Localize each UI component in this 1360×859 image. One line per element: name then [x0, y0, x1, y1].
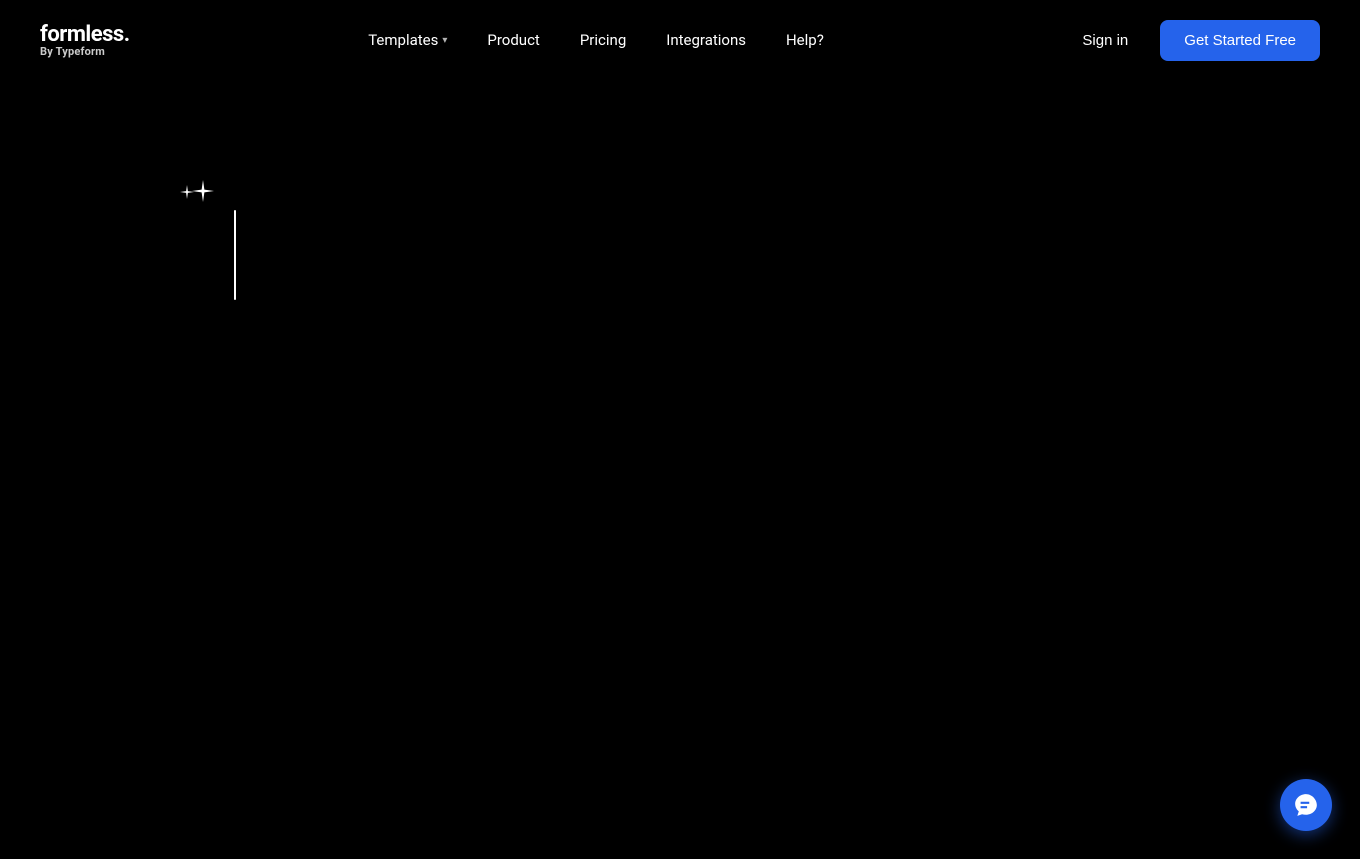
sparkle-large-icon: [192, 180, 214, 202]
chat-support-button[interactable]: [1280, 779, 1332, 831]
sparkle-decoration: [180, 180, 224, 224]
text-cursor: [234, 210, 236, 300]
nav-item-pricing[interactable]: Pricing: [564, 23, 642, 57]
nav-item-templates[interactable]: Templates ▾: [352, 23, 463, 57]
nav-center: Templates ▾ Product Pricing Integrations…: [352, 23, 840, 57]
chevron-down-icon: ▾: [442, 35, 447, 46]
nav-right: Sign in Get Started Free: [1062, 20, 1320, 61]
sparkle-small-icon: [180, 185, 194, 199]
sparkle-cursor-wrap: [180, 180, 236, 300]
logo-main-text: formless.: [40, 24, 130, 46]
logo-by: By: [40, 45, 56, 58]
nav-item-integrations[interactable]: Integrations: [650, 23, 762, 57]
nav-help-label: Help?: [786, 31, 824, 49]
cursor-bar: [234, 210, 236, 300]
get-started-button[interactable]: Get Started Free: [1160, 20, 1320, 61]
sign-in-button[interactable]: Sign in: [1062, 22, 1148, 59]
nav-integrations-label: Integrations: [666, 31, 746, 49]
nav-item-product[interactable]: Product: [471, 23, 555, 57]
chat-icon: [1293, 792, 1319, 818]
logo-sub-text: By Typeform: [40, 46, 130, 57]
navbar: formless. By Typeform Templates ▾ Produc…: [0, 0, 1360, 80]
logo-brand: Typeform: [56, 45, 105, 58]
logo[interactable]: formless. By Typeform: [40, 24, 130, 57]
main-content: [0, 80, 1360, 859]
nav-templates-label: Templates: [368, 31, 438, 49]
nav-product-label: Product: [487, 31, 539, 49]
nav-item-help[interactable]: Help?: [770, 23, 840, 57]
nav-pricing-label: Pricing: [580, 31, 626, 49]
